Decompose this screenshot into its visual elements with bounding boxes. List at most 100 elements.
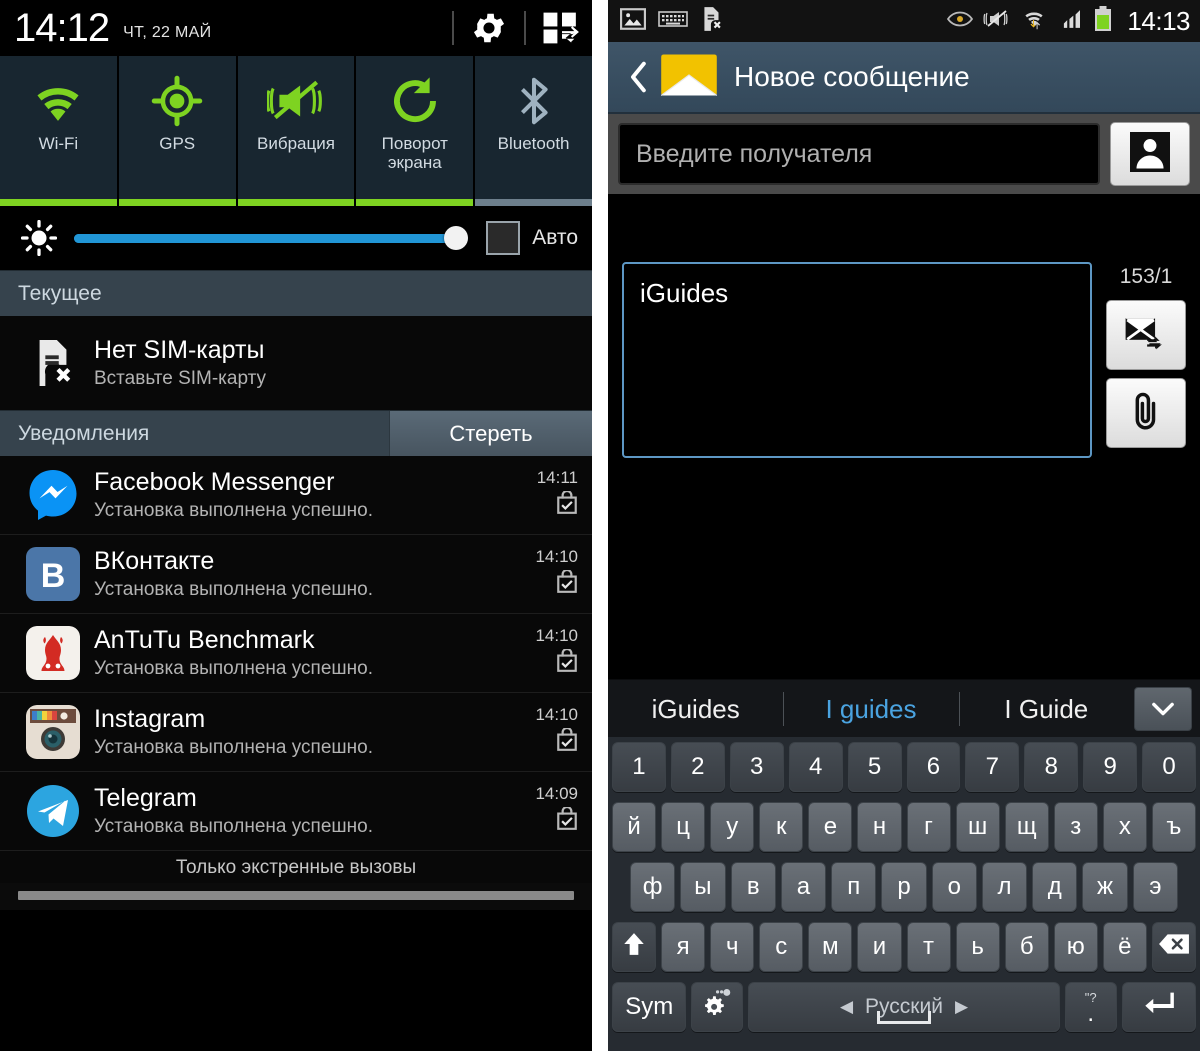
key-cyr-6[interactable]: н (857, 802, 902, 852)
toggle-vibration[interactable]: Вибрация (237, 56, 355, 206)
notification-row[interactable]: AnTuTu Benchmark Установка выполнена усп… (0, 614, 592, 693)
svg-text:B: B (41, 557, 66, 595)
key-cyr-29[interactable]: т (906, 922, 951, 972)
key-cyr-9[interactable]: щ (1004, 802, 1049, 852)
smart-stay-eye-icon (947, 10, 974, 33)
key-cyr-25[interactable]: ч (710, 922, 755, 972)
send-button[interactable] (1106, 300, 1186, 370)
key-1[interactable]: 1 (611, 742, 666, 792)
left-arrow-icon[interactable]: ◀ (840, 997, 853, 1017)
clear-notifications-button[interactable]: Стереть (389, 410, 592, 457)
contacts-picker-button[interactable] (1110, 122, 1190, 186)
key-2[interactable]: 2 (670, 742, 725, 792)
notification-row[interactable]: Instagram Установка выполнена успешно. 1… (0, 693, 592, 772)
keyboard-settings-key[interactable] (691, 982, 744, 1032)
toggle-state-bar (237, 199, 355, 206)
wifi-icon (30, 72, 86, 130)
toggle-label: Вибрация (257, 134, 335, 153)
grid-swap-icon[interactable] (542, 9, 582, 47)
key-9[interactable]: 9 (1083, 742, 1138, 792)
symbols-key[interactable]: Sym (612, 982, 687, 1032)
key-cyr-10[interactable]: з (1053, 802, 1098, 852)
message-body-row: iGuides 153/1 (608, 262, 1200, 458)
recipient-input[interactable]: Введите получателя (618, 123, 1100, 185)
message-body-input[interactable]: iGuides (622, 262, 1092, 458)
shade-date: ЧТ, 22 МАЙ (123, 24, 212, 41)
key-cyr-20[interactable]: л (981, 862, 1028, 912)
keyboard-settings-gear-icon (702, 988, 732, 1026)
key-cyr-2[interactable]: ц (661, 802, 706, 852)
suggestion-item[interactable]: iGuides (608, 680, 783, 738)
shade-drag-handle-area[interactable] (0, 883, 592, 910)
message-spacer (608, 194, 1200, 262)
key-cyr-14[interactable]: ы (680, 862, 726, 912)
key-cyr-5[interactable]: е (808, 802, 853, 852)
toggle-screen-rotation[interactable]: Поворот экрана (356, 56, 474, 206)
key-cyr-30[interactable]: ь (955, 922, 1000, 972)
shade-drag-handle[interactable] (18, 891, 574, 900)
ongoing-notification-sim[interactable]: Нет SIM-карты Вставьте SIM-карту (0, 316, 592, 410)
play-store-installed-icon (556, 805, 578, 836)
key-0[interactable]: 0 (1142, 742, 1197, 792)
key-8[interactable]: 8 (1024, 742, 1079, 792)
punctuation-key[interactable]: "? . (1064, 982, 1117, 1032)
toggle-bluetooth[interactable]: Bluetooth (475, 56, 592, 206)
key-3[interactable]: 3 (729, 742, 784, 792)
toggle-wifi[interactable]: Wi-Fi (0, 56, 117, 206)
notification-time: 14:10 (535, 547, 578, 566)
key-cyr-18[interactable]: р (881, 862, 927, 912)
chevron-down-icon[interactable] (1133, 686, 1192, 731)
suggestion-item[interactable]: I Guide (958, 680, 1134, 738)
key-5[interactable]: 5 (847, 742, 902, 792)
key-cyr-1[interactable]: й (612, 802, 657, 852)
key-cyr-3[interactable]: у (710, 802, 755, 852)
key-4[interactable]: 4 (788, 742, 843, 792)
key-cyr-26[interactable]: с (759, 922, 804, 972)
notification-row[interactable]: B ВКонтакте Установка выполнена успешно.… (0, 535, 592, 614)
key-cyr-15[interactable]: в (730, 862, 776, 912)
key-6[interactable]: 6 (906, 742, 961, 792)
notification-row[interactable]: Facebook Messenger Установка выполнена у… (0, 456, 592, 535)
gear-icon[interactable] (470, 9, 508, 47)
vkontakte-icon: B (18, 545, 88, 603)
key-cyr-22[interactable]: ж (1082, 862, 1128, 912)
key-cyr-24[interactable]: я (661, 922, 706, 972)
brightness-slider[interactable] (74, 226, 469, 250)
brightness-slider-fill (74, 233, 453, 243)
notification-row[interactable]: Telegram Установка выполнена успешно. 14… (0, 772, 592, 851)
key-cyr-12[interactable]: ъ (1151, 802, 1196, 852)
key-cyr-28[interactable]: и (857, 922, 902, 972)
key-cyr-13[interactable]: ф (630, 862, 676, 912)
keyboard-row-2: ф ы в а п р о л д ж э (608, 857, 1200, 917)
key-cyr-8[interactable]: ш (955, 802, 1000, 852)
notification-text: Установка выполнена успешно. (94, 578, 373, 600)
enter-key[interactable] (1121, 982, 1196, 1032)
auto-brightness-checkbox[interactable] (486, 221, 521, 255)
right-arrow-icon[interactable]: ▶ (955, 997, 968, 1017)
backspace-key[interactable] (1151, 922, 1196, 972)
key-cyr-31[interactable]: б (1004, 922, 1049, 972)
key-cyr-11[interactable]: х (1102, 802, 1147, 852)
toggle-gps[interactable]: GPS (118, 56, 236, 206)
back-chevron-icon[interactable] (622, 60, 656, 94)
key-cyr-19[interactable]: о (931, 862, 977, 912)
key-7[interactable]: 7 (965, 742, 1020, 792)
key-cyr-21[interactable]: д (1032, 862, 1078, 912)
sms-compose-panel: 14:13 Новое сообщение Введите получателя (608, 0, 1200, 1051)
space-key[interactable]: ◀ Русский ▶ (748, 982, 1060, 1032)
attach-button[interactable] (1106, 378, 1186, 448)
status-bar-clock: 14:13 (1127, 5, 1190, 36)
suggestion-item[interactable]: I guides (783, 680, 958, 738)
key-cyr-16[interactable]: а (780, 862, 827, 912)
keyboard-row-1: й ц у к е н г ш щ з х ъ (608, 797, 1200, 857)
shift-key[interactable] (612, 922, 657, 972)
key-cyr-23[interactable]: э (1132, 862, 1178, 912)
key-cyr-7[interactable]: г (906, 802, 951, 852)
key-cyr-17[interactable]: п (831, 862, 877, 912)
key-cyr-27[interactable]: м (808, 922, 853, 972)
key-cyr-32[interactable]: ю (1053, 922, 1098, 972)
key-cyr-4[interactable]: к (759, 802, 804, 852)
notifications-section-header: Уведомления Стереть (0, 410, 592, 457)
key-cyr-33[interactable]: ё (1102, 922, 1147, 972)
brightness-slider-knob[interactable] (444, 226, 469, 250)
